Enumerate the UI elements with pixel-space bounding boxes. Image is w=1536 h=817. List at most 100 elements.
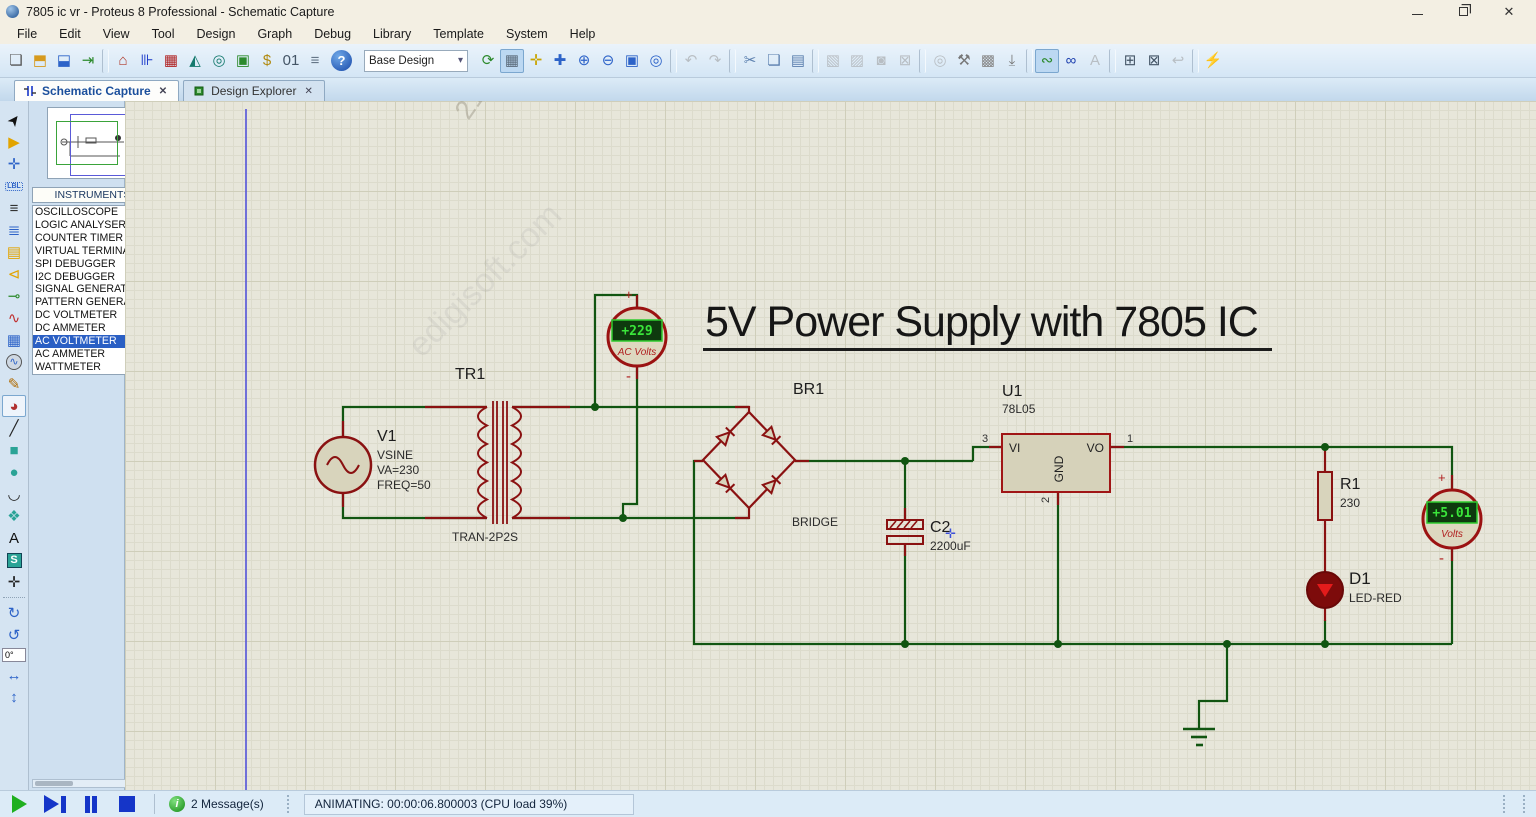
electrical-rule-check-button[interactable]: ⚡ (1201, 49, 1225, 73)
source-code-button[interactable]: 01 (279, 49, 303, 73)
bus-mode-button[interactable]: ≣ (2, 219, 26, 241)
menu-item[interactable]: Debug (303, 25, 362, 43)
paste-button[interactable]: ▤ (786, 49, 810, 73)
zoom-in-button[interactable]: ⊕ (572, 49, 596, 73)
2d-text-button[interactable]: A (2, 527, 26, 549)
block-copy-button[interactable]: ▧ (821, 49, 845, 73)
tab-close-icon[interactable]: ✕ (302, 85, 314, 98)
generator-mode-button[interactable]: ∿ (2, 351, 26, 373)
project-notes-button[interactable]: ≡ (303, 49, 327, 73)
2d-arc-button[interactable]: ◡ (2, 483, 26, 505)
component-d1-led[interactable]: D1 LED-RED (1306, 569, 1402, 609)
make-device-button[interactable]: ⚒ (952, 49, 976, 73)
mirror-horizontal-button[interactable]: ↔ (2, 664, 26, 686)
zoom-area-button[interactable]: ▣ (620, 49, 644, 73)
import-export-button[interactable]: ⇥ (76, 49, 100, 73)
text-script-mode-button[interactable]: ≡ (2, 197, 26, 219)
menu-item[interactable]: Design (186, 25, 247, 43)
save-design-button[interactable]: ⬓ (52, 49, 76, 73)
component-u1-regulator[interactable]: VI VO GND 3 1 2 U1 78L05 (982, 383, 1133, 503)
pan-button[interactable]: ✚ (548, 49, 572, 73)
step-simulation-button[interactable] (42, 794, 68, 814)
menu-item[interactable]: Graph (246, 25, 303, 43)
home-page-button[interactable]: ⌂ (111, 49, 135, 73)
2d-circle-button[interactable]: ● (2, 461, 26, 483)
decompose-button[interactable]: ⤓ (1000, 49, 1024, 73)
component-r1-resistor[interactable]: R1 230 (1317, 471, 1361, 521)
menu-item[interactable]: Tool (141, 25, 186, 43)
menu-item[interactable]: File (6, 25, 48, 43)
origin-button[interactable]: ✛ (524, 49, 548, 73)
selection-mode-button[interactable]: ➤ (2, 109, 26, 131)
zoom-out-button[interactable]: ⊖ (596, 49, 620, 73)
property-assignment-button[interactable]: A (1083, 49, 1107, 73)
2d-path-button[interactable]: ❖ (2, 505, 26, 527)
2d-marker-button[interactable]: ✛ (2, 571, 26, 593)
new-design-button[interactable]: ❏ (4, 49, 28, 73)
grid-toggle-button[interactable]: ▦ (500, 48, 524, 73)
new-root-sheet-button[interactable]: ⊞ (1118, 49, 1142, 73)
menu-item[interactable]: View (92, 25, 141, 43)
3d-viewer-button[interactable]: ◭ (183, 49, 207, 73)
design-explorer-button[interactable]: ▣ (231, 49, 255, 73)
menu-item[interactable]: Help (559, 25, 607, 43)
2d-symbol-button[interactable]: S (2, 549, 26, 571)
device-pin-mode-button[interactable]: ⊸ (2, 285, 26, 307)
undo-button[interactable]: ↶ (679, 49, 703, 73)
cut-button[interactable]: ✂ (738, 49, 762, 73)
gerber-viewer-button[interactable]: ◎ (207, 49, 231, 73)
virtual-instruments-mode-button[interactable]: ◕ (2, 395, 26, 417)
component-c2-capacitor[interactable]: C2 2200uF ✛ (886, 519, 971, 553)
tape-recorder-mode-button[interactable]: ▦ (2, 329, 26, 351)
design-selector-dropdown[interactable]: Base Design ▾ (364, 49, 468, 72)
component-v1-vsine[interactable]: V1 VSINE VA=230 FREQ=50 (313, 428, 431, 495)
tab-close-icon[interactable]: ✕ (157, 85, 169, 98)
stop-simulation-button[interactable] (114, 794, 140, 814)
rotate-anticlockwise-button[interactable]: ↺ (2, 624, 26, 646)
redo-button[interactable]: ↷ (703, 49, 727, 73)
schematic-capture-button[interactable]: ⊪ (135, 49, 159, 73)
pause-simulation-button[interactable] (78, 794, 104, 814)
component-br1-bridge[interactable]: BR1 BRIDGE (701, 381, 838, 529)
junction-dot-mode-button[interactable]: ✛ (2, 153, 26, 175)
voltage-probe-mode-button[interactable]: ✎ (2, 373, 26, 395)
exit-to-parent-button[interactable]: ↩ (1166, 49, 1190, 73)
terminal-mode-button[interactable]: ⊲ (2, 263, 26, 285)
tab-schematic-capture[interactable]: Schematic Capture ✕ (14, 80, 180, 101)
2d-box-button[interactable]: ■ (2, 439, 26, 461)
search-tag-button[interactable]: ∞ (1059, 49, 1083, 73)
2d-line-button[interactable]: ╱ (2, 417, 26, 439)
component-mode-button[interactable]: ▶ (2, 131, 26, 153)
run-simulation-button[interactable] (6, 794, 32, 814)
block-delete-button[interactable]: ⊠ (893, 49, 917, 73)
minimize-button[interactable] (1408, 3, 1426, 21)
zoom-all-button[interactable]: ◎ (644, 49, 668, 73)
menu-item[interactable]: Library (362, 25, 422, 43)
pick-parts-button[interactable]: ◎ (928, 49, 952, 73)
pcb-layout-button[interactable]: ▦ (159, 49, 183, 73)
rotation-angle-field[interactable] (2, 648, 26, 662)
rotate-clockwise-button[interactable]: ↻ (2, 602, 26, 624)
wire-autorouter-button[interactable]: ∾ (1035, 48, 1059, 73)
menu-item[interactable]: System (495, 25, 559, 43)
restore-button[interactable] (1454, 3, 1472, 21)
graph-mode-button[interactable]: ∿ (2, 307, 26, 329)
mirror-vertical-button[interactable]: ↕ (2, 686, 26, 708)
wire-label-mode-button[interactable]: LBL (2, 175, 26, 197)
open-design-button[interactable]: ⬒ (28, 49, 52, 73)
tab-design-explorer[interactable]: Design Explorer ✕ (183, 80, 325, 101)
redraw-button[interactable]: ⟳ (476, 49, 500, 73)
packaging-tool-button[interactable]: ▩ (976, 49, 1000, 73)
block-rotate-button[interactable]: ◙ (869, 49, 893, 73)
scrollbar-thumb[interactable] (35, 781, 73, 786)
block-move-button[interactable]: ▨ (845, 49, 869, 73)
close-button[interactable]: ✕ (1500, 3, 1518, 21)
menu-item[interactable]: Template (422, 25, 495, 43)
bill-of-materials-button[interactable]: $ (255, 49, 279, 73)
copy-button[interactable]: ❏ (762, 49, 786, 73)
menu-item[interactable]: Edit (48, 25, 92, 43)
message-counter[interactable]: i 2 Message(s) (169, 796, 274, 812)
subcircuit-mode-button[interactable]: ▤ (2, 241, 26, 263)
help-button[interactable]: ? (331, 50, 352, 71)
schematic-canvas[interactable]: 21.59 edigisoft.com 5V Power Supply with… (125, 101, 1536, 790)
